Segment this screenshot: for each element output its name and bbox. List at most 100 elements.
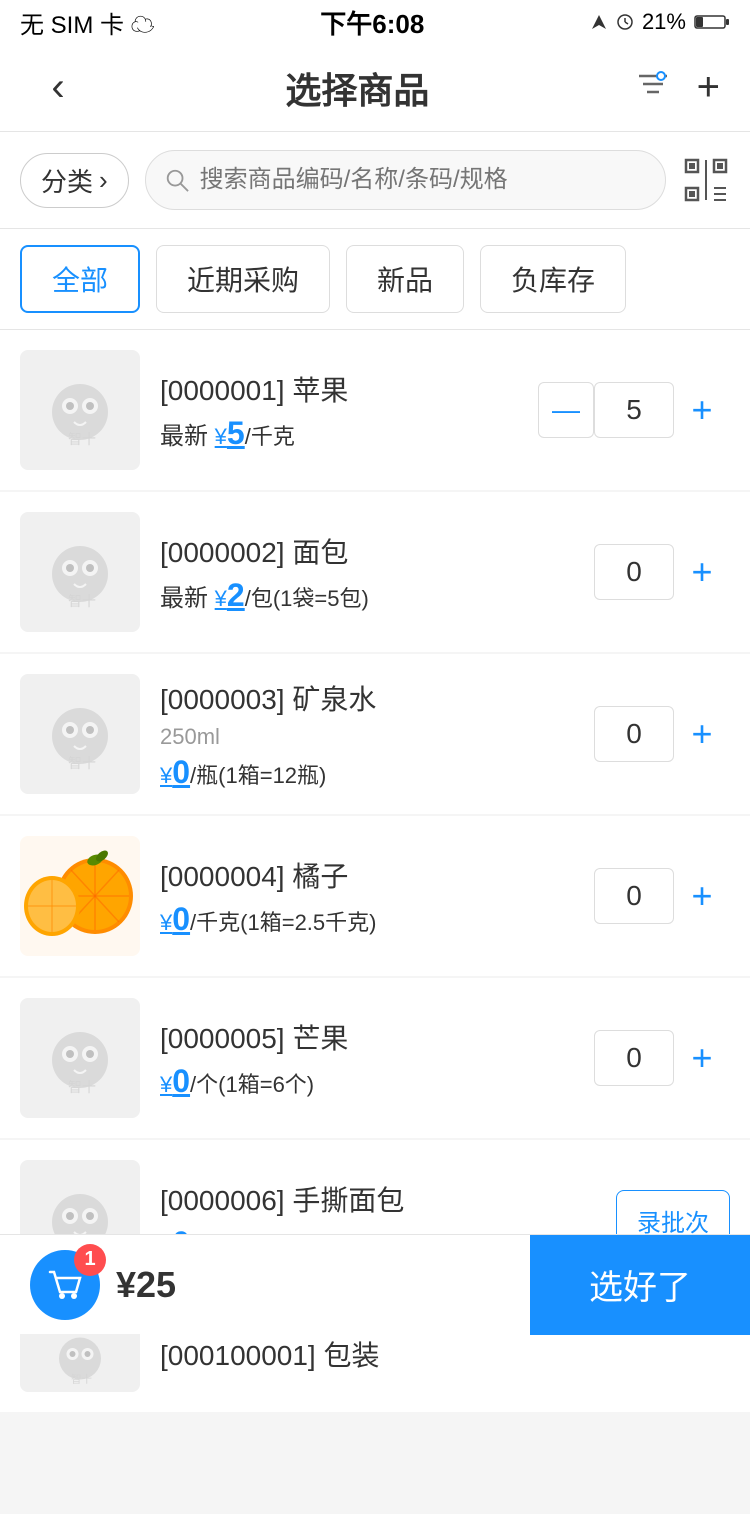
price-unit: /千克 — [245, 424, 295, 449]
product-name: [000100001] 包装 — [160, 1334, 730, 1374]
product-info: [0000004] 橘子 ¥0/千克(1箱=2.5千克) — [160, 855, 594, 938]
product-image: 智十 — [20, 998, 140, 1118]
product-name: [0000002] 面包 — [160, 531, 594, 571]
owl-icon: 智十 — [40, 694, 120, 774]
product-info: [0000001] 苹果 最新 ¥5/千克 — [160, 369, 538, 452]
price-yen: ¥ — [215, 586, 227, 611]
product-price: ¥0/瓶(1箱=12瓶) — [160, 754, 594, 791]
product-info: [000100001] 包装 — [160, 1334, 730, 1380]
quantity-display: 0 — [594, 706, 674, 762]
owl-icon: 智十 — [40, 532, 120, 612]
product-image — [20, 836, 140, 956]
status-right: 21% — [590, 9, 730, 35]
svg-text:智十: 智十 — [68, 593, 96, 609]
increase-button[interactable]: + — [674, 382, 730, 438]
price-latest: 最新 — [160, 423, 215, 450]
quantity-display: 0 — [594, 544, 674, 600]
product-price: 最新 ¥2/包(1袋=5包) — [160, 577, 594, 614]
cart-total: ¥25 — [116, 1264, 176, 1306]
back-button[interactable]: ‹ — [30, 60, 86, 116]
cart-badge: 1 — [74, 1244, 106, 1276]
filter-button[interactable] — [629, 62, 677, 113]
increase-button[interactable]: + — [674, 868, 730, 924]
battery-label: 21% — [642, 9, 686, 35]
tab-negative[interactable]: 负库存 — [480, 245, 626, 313]
product-controls: 0 + — [594, 1030, 730, 1086]
search-box[interactable] — [145, 150, 666, 210]
svg-text:智十: 智十 — [71, 1373, 92, 1386]
sim-label: 无 SIM 卡 ☁ — [20, 5, 155, 40]
status-time: 下午6:08 — [320, 4, 424, 41]
category-button[interactable]: 分类 › — [20, 153, 129, 208]
product-controls: 0 + — [594, 544, 730, 600]
product-price: 最新 ¥5/千克 — [160, 415, 538, 452]
product-spec: 250ml — [160, 724, 594, 750]
orange-image — [20, 836, 140, 956]
price-yen: ¥ — [160, 763, 172, 788]
bottom-bar: 1 ¥25 选好了 — [0, 1234, 750, 1334]
list-item: 智十 [0000002] 面包 最新 ¥2/包(1袋=5包) 0 + — [0, 492, 750, 652]
cart-area: 1 ¥25 — [0, 1250, 530, 1320]
product-info: [0000005] 芒果 ¥0/个(1箱=6个) — [160, 1017, 594, 1100]
owl-icon: 智十 — [40, 1018, 120, 1098]
tab-recent[interactable]: 近期采购 — [156, 245, 330, 313]
price-unit: /瓶(1箱=12瓶) — [190, 763, 326, 788]
product-name: [0000004] 橘子 — [160, 855, 594, 895]
filter-bar: 分类 › — [0, 132, 750, 229]
quantity-display: 0 — [594, 868, 674, 924]
svg-text:智十: 智十 — [68, 1079, 96, 1095]
price-unit: /包(1袋=5包) — [245, 586, 369, 611]
list-item: 智十 [0000005] 芒果 ¥0/个(1箱=6个) 0 + — [0, 978, 750, 1138]
price-yen: ¥ — [215, 424, 227, 449]
status-bar: 无 SIM 卡 ☁ 下午6:08 21% — [0, 0, 750, 44]
owl-icon: 智十 — [40, 370, 120, 450]
product-image: 智十 — [20, 512, 140, 632]
search-icon — [164, 166, 190, 194]
svg-text:智十: 智十 — [68, 431, 96, 447]
price-num: 2 — [227, 577, 245, 613]
scan-button[interactable] — [682, 156, 730, 204]
cart-button[interactable]: 1 — [30, 1250, 100, 1320]
price-num: 0 — [172, 1063, 190, 1099]
product-name: [0000001] 苹果 — [160, 369, 538, 409]
product-controls: — 5 + — [538, 382, 730, 438]
price-latest: 最新 — [160, 585, 215, 612]
price-yen: ¥ — [160, 910, 172, 935]
quantity-display: 5 — [594, 382, 674, 438]
product-controls: 0 + — [594, 706, 730, 762]
product-info: [0000002] 面包 最新 ¥2/包(1袋=5包) — [160, 531, 594, 614]
tab-all[interactable]: 全部 — [20, 245, 140, 313]
nav-bar: ‹ 选择商品 + — [0, 44, 750, 132]
product-price: ¥0/个(1箱=6个) — [160, 1063, 594, 1100]
product-name: [0000005] 芒果 — [160, 1017, 594, 1057]
price-yen: ¥ — [160, 1072, 172, 1097]
price-num: 0 — [172, 754, 190, 790]
search-input[interactable] — [200, 166, 647, 194]
product-image: 智十 — [20, 350, 140, 470]
product-info: [0000003] 矿泉水 250ml ¥0/瓶(1箱=12瓶) — [160, 678, 594, 791]
tab-bar: 全部 近期采购 新品 负库存 — [0, 229, 750, 330]
product-image: 智十 — [20, 674, 140, 794]
category-label: 分类 — [41, 162, 93, 199]
nav-right: + — [629, 62, 720, 113]
increase-button[interactable]: + — [674, 706, 730, 762]
status-left: 无 SIM 卡 ☁ — [20, 5, 155, 40]
decrease-button[interactable]: — — [538, 382, 594, 438]
increase-button[interactable]: + — [674, 1030, 730, 1086]
product-controls: 0 + — [594, 868, 730, 924]
tab-new[interactable]: 新品 — [346, 245, 464, 313]
owl-icon: 智十 — [50, 1327, 110, 1387]
list-item: [0000004] 橘子 ¥0/千克(1箱=2.5千克) 0 + — [0, 816, 750, 976]
product-price: ¥0/千克(1箱=2.5千克) — [160, 901, 594, 938]
price-num: 5 — [227, 415, 245, 451]
alarm-icon — [616, 13, 634, 31]
add-button[interactable]: + — [697, 65, 720, 110]
increase-button[interactable]: + — [674, 544, 730, 600]
price-unit: /千克(1箱=2.5千克) — [190, 910, 376, 935]
confirm-button[interactable]: 选好了 — [530, 1235, 750, 1335]
scan-icon — [684, 158, 728, 202]
page-title: 选择商品 — [285, 62, 429, 114]
list-item: 智十 [0000003] 矿泉水 250ml ¥0/瓶(1箱=12瓶) 0 + — [0, 654, 750, 814]
svg-text:智十: 智十 — [68, 755, 96, 771]
quantity-display: 0 — [594, 1030, 674, 1086]
